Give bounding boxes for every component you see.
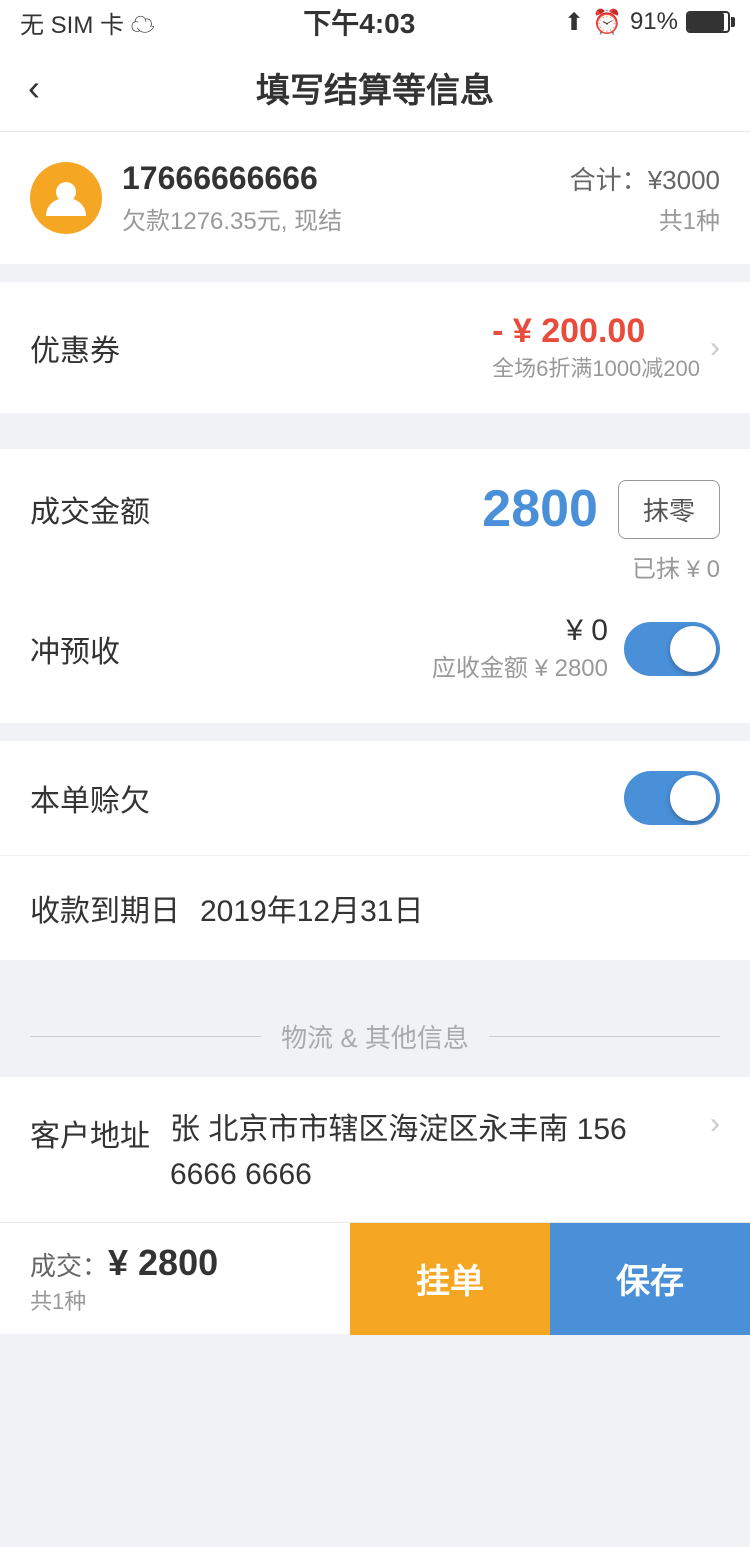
customer-left: 17666666666 欠款1276.35元, 现结: [30, 160, 342, 236]
section-divider-4: [0, 978, 750, 996]
advance-row: 冲预收 ¥ 0 应收金额 ¥ 2800: [30, 604, 720, 693]
due-date-value: 2019年12月31日: [200, 886, 423, 930]
bottom-deal-label: 成交：¥ 2800: [30, 1242, 320, 1284]
nav-bar: ‹ 填写结算等信息: [0, 44, 750, 132]
address-content: 张 北京市市辖区海淀区永丰南 156 6666 6666: [170, 1107, 690, 1197]
due-date-section: 收款到期日 2019年12月31日: [0, 856, 750, 960]
advance-amount-group: ¥ 0 应收金额 ¥ 2800: [432, 614, 608, 683]
content-area: 17666666666 欠款1276.35元, 现结 合计：¥3000 共1种 …: [0, 132, 750, 1547]
status-time: 下午4:03: [303, 2, 415, 42]
chevron-right-icon: ›: [710, 331, 720, 365]
debt-label: 本单赊欠: [30, 776, 150, 820]
advance-right: ¥ 0 应收金额 ¥ 2800: [432, 614, 720, 683]
section-divider-2: [0, 723, 750, 741]
customer-right: 合计：¥3000 共1种: [570, 160, 720, 236]
deal-amount-value-group: 2800 抹零: [482, 479, 720, 539]
status-right: ⬆ ⏰ 91%: [564, 8, 730, 37]
back-button[interactable]: ‹: [28, 67, 40, 109]
address-section[interactable]: 客户地址 张 北京市市辖区海淀区永丰南 156 6666 6666 ›: [0, 1077, 750, 1227]
bottom-deal-amount: ¥ 2800: [108, 1242, 218, 1283]
coupon-label: 优惠券: [30, 326, 120, 370]
due-date-label: 收款到期日: [30, 886, 180, 930]
battery-percent: 91%: [630, 8, 678, 36]
round-button[interactable]: 抹零: [618, 480, 720, 539]
hold-button[interactable]: 挂单: [350, 1223, 550, 1335]
coupon-row[interactable]: 优惠券 - ¥ 200.00 全场6折满1000减200 ›: [0, 282, 750, 413]
deal-amount-sub: 已抹 ¥ 0: [30, 549, 720, 584]
debt-toggle-knob: [670, 775, 716, 821]
deal-amount-value: 2800: [482, 479, 598, 539]
advance-sub: 应收金额 ¥ 2800: [432, 648, 608, 683]
address-text: 张 北京市市辖区海淀区永丰南 156 6666 6666: [170, 1107, 690, 1197]
customer-info: 17666666666 欠款1276.35元, 现结: [122, 160, 342, 236]
logistics-divider: 物流 & 其他信息: [0, 996, 750, 1077]
debt-section: 本单赊欠: [0, 741, 750, 855]
save-button[interactable]: 保存: [550, 1223, 750, 1335]
advance-toggle-knob: [670, 626, 716, 672]
location-icon: ⬆: [564, 8, 584, 37]
bottom-count: 共1种: [30, 1284, 320, 1316]
coupon-discount: - ¥ 200.00: [492, 312, 700, 351]
total-label: 合计：¥3000: [570, 160, 720, 197]
amount-section: 成交金额 2800 抹零 已抹 ¥ 0 冲预收 ¥ 0 应收金额 ¥ 2800: [0, 449, 750, 723]
divider-line-left: [30, 1036, 261, 1037]
coupon-desc: 全场6折满1000减200: [492, 351, 700, 383]
avatar: [30, 162, 102, 234]
status-left: 无 SIM 卡 ☁: [20, 5, 155, 40]
battery-icon: [686, 11, 730, 33]
coupon-right: - ¥ 200.00 全场6折满1000减200 ›: [492, 312, 720, 383]
total-count: 共1种: [570, 201, 720, 236]
bottom-bar: 成交：¥ 2800 共1种 挂单 保存: [0, 1222, 750, 1334]
status-bar: 无 SIM 卡 ☁ 下午4:03 ⬆ ⏰ 91%: [0, 0, 750, 44]
deal-amount-label: 成交金额: [30, 487, 150, 531]
customer-phone: 17666666666: [122, 160, 342, 197]
debt-toggle[interactable]: [624, 771, 720, 825]
deal-amount-row: 成交金额 2800 抹零: [30, 479, 720, 539]
divider-line-right: [489, 1036, 720, 1037]
address-label: 客户地址: [30, 1107, 150, 1155]
alarm-icon: ⏰: [592, 8, 622, 37]
advance-label: 冲预收: [30, 627, 120, 671]
bottom-summary: 成交：¥ 2800 共1种: [0, 1242, 350, 1316]
advance-amount: ¥ 0: [432, 614, 608, 648]
logistics-label: 物流 & 其他信息: [281, 1018, 469, 1055]
page-title: 填写结算等信息: [256, 63, 494, 112]
sim-status: 无 SIM 卡 ☁: [20, 5, 155, 40]
customer-debt: 欠款1276.35元, 现结: [122, 201, 342, 236]
section-divider-1: [0, 431, 750, 449]
advance-toggle[interactable]: [624, 622, 720, 676]
address-chevron-icon: ›: [710, 1107, 720, 1141]
customer-card: 17666666666 欠款1276.35元, 现结 合计：¥3000 共1种: [0, 132, 750, 264]
